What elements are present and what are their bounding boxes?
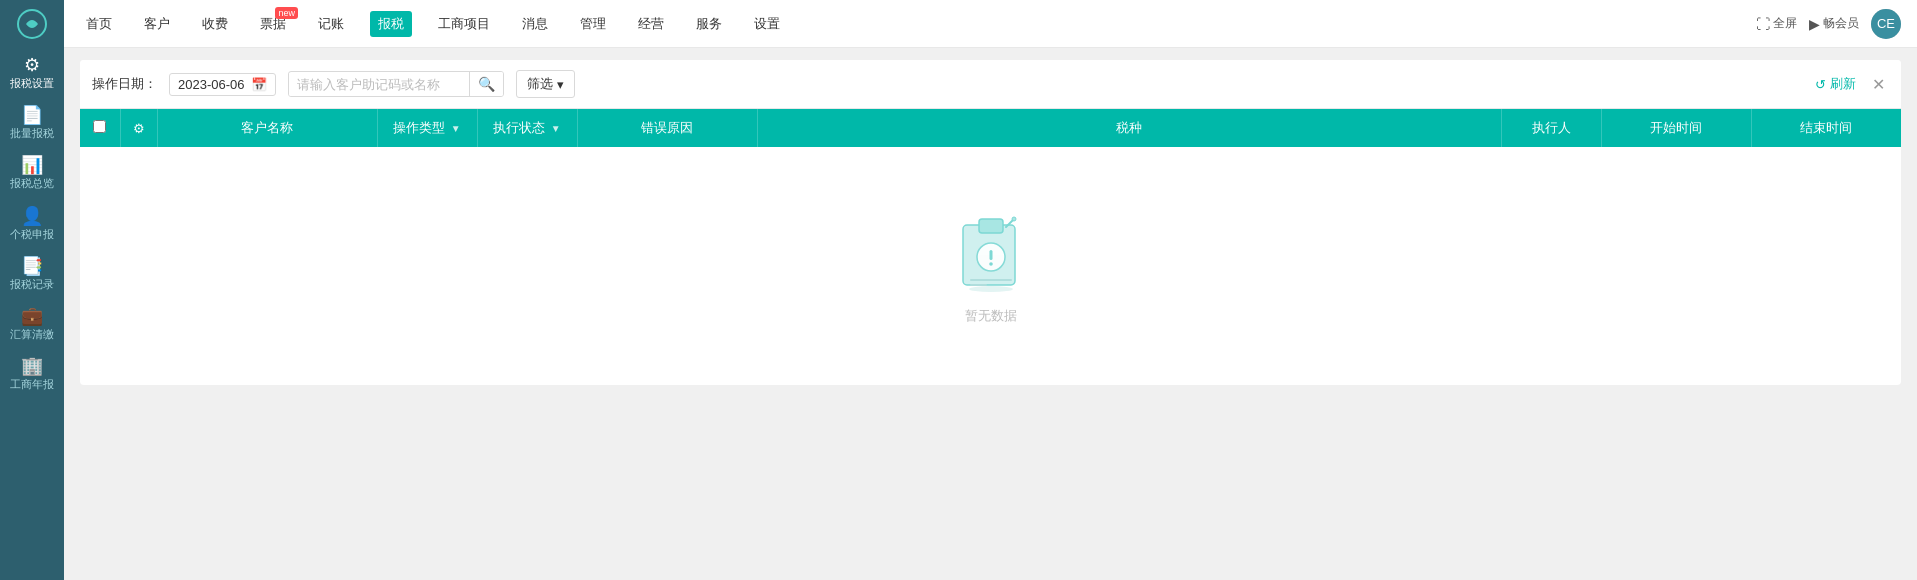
table-header-row: ⚙ 客户名称 操作类型 ▼ 执行状态 ▼ [80, 109, 1901, 147]
nav-item-gongshang[interactable]: 工商项目 [432, 11, 496, 37]
fullscreen-btn[interactable]: ⛶ 全屏 [1756, 15, 1797, 32]
search-box: 🔍 [288, 71, 504, 97]
geshushenbo-icon: 👤 [21, 207, 43, 225]
sidebar-item-geshushenbo-label: 个税申报 [10, 228, 54, 241]
top-nav: 首页 客户 收费 票据 new 记账 报税 工商项目 消息 管理 经营 [64, 0, 1917, 48]
nav-item-xiaoxi[interactable]: 消息 [516, 11, 554, 37]
table-body: 暂无数据 [80, 147, 1901, 385]
sidebar-item-baoshuizonglan[interactable]: 📊 报税总览 [0, 148, 64, 198]
sidebar-item-baoshuijilu[interactable]: 📑 报税记录 [0, 249, 64, 299]
main-wrapper: 首页 客户 收费 票据 new 记账 报税 工商项目 消息 管理 经营 [64, 0, 1917, 580]
chevron-down-icon: ▾ [557, 77, 564, 92]
fullscreen-icon: ⛶ [1756, 16, 1770, 32]
th-name: 客户名称 [157, 109, 377, 147]
nav-item-baoshui[interactable]: 报税 [370, 11, 412, 37]
data-table: ⚙ 客户名称 操作类型 ▼ 执行状态 ▼ [80, 109, 1901, 385]
svg-point-5 [989, 262, 993, 266]
sidebar-item-baoshuijilu-label: 报税记录 [10, 278, 54, 291]
sidebar-item-piliangshuishu[interactable]: 📄 批量报税 [0, 98, 64, 148]
table-container: 操作日期： 2023-06-06 📅 🔍 筛选 ▾ ↺ 刷新 [80, 60, 1901, 385]
nav-item-shezhi[interactable]: 设置 [748, 11, 786, 37]
sidebar-item-baoshuizonglan-label: 报税总览 [10, 177, 54, 190]
gongshangnianbaob-icon: 🏢 [21, 357, 43, 375]
user-avatar[interactable]: CE [1871, 9, 1901, 39]
empty-state-row: 暂无数据 [80, 147, 1901, 385]
baoshuijilu-icon: 📑 [21, 257, 43, 275]
th-settings[interactable]: ⚙ [120, 109, 157, 147]
content-area: 操作日期： 2023-06-06 📅 🔍 筛选 ▾ ↺ 刷新 [64, 48, 1917, 580]
op-type-filter-icon: ▼ [451, 123, 461, 134]
nav-item-jingying[interactable]: 经营 [632, 11, 670, 37]
sidebar-item-piliangshuishu-label: 批量报税 [10, 127, 54, 140]
filter-label: 筛选 [527, 75, 553, 93]
piaoju-badge: new [275, 7, 298, 19]
toolbar: 操作日期： 2023-06-06 📅 🔍 筛选 ▾ ↺ 刷新 [80, 60, 1901, 109]
vip-btn[interactable]: ▶ 畅会员 [1809, 15, 1859, 32]
th-exec-status[interactable]: 执行状态 ▼ [477, 109, 577, 147]
nav-item-piaoju[interactable]: 票据 new [254, 11, 292, 37]
user-initials: CE [1871, 9, 1901, 39]
svg-point-7 [1012, 217, 1016, 221]
empty-text: 暂无数据 [965, 307, 1017, 325]
nav-item-fuwu[interactable]: 服务 [690, 11, 728, 37]
th-checkbox[interactable] [80, 109, 120, 147]
sidebar-item-huisuanqingshu[interactable]: 💼 汇算清缴 [0, 299, 64, 349]
search-button[interactable]: 🔍 [469, 72, 503, 96]
th-end-time: 结束时间 [1751, 109, 1901, 147]
nav-item-jizhang[interactable]: 记账 [312, 11, 350, 37]
refresh-button[interactable]: ↺ 刷新 [1815, 75, 1856, 93]
th-executor: 执行人 [1501, 109, 1601, 147]
th-error: 错误原因 [577, 109, 757, 147]
svg-rect-4 [989, 250, 992, 260]
sidebar-item-gongshangnianbaob[interactable]: 🏢 工商年报 [0, 349, 64, 399]
th-op-type[interactable]: 操作类型 ▼ [377, 109, 477, 147]
close-button[interactable]: ✕ [1868, 73, 1889, 96]
sidebar-item-huisuanqingshu-label: 汇算清缴 [10, 328, 54, 341]
nav-item-shoufei[interactable]: 收费 [196, 11, 234, 37]
date-value: 2023-06-06 [178, 77, 245, 92]
svg-rect-2 [979, 219, 1003, 233]
refresh-icon: ↺ [1815, 77, 1826, 92]
vip-icon: ▶ [1809, 16, 1820, 32]
sidebar-item-gongshangnianbaob-label: 工商年报 [10, 378, 54, 391]
baoshuishezhi-icon: ⚙ [24, 56, 40, 74]
svg-point-10 [969, 286, 1013, 292]
empty-illustration [951, 207, 1031, 297]
date-label: 操作日期： [92, 75, 157, 93]
filter-button[interactable]: 筛选 ▾ [516, 70, 575, 98]
nav-item-kehu[interactable]: 客户 [138, 11, 176, 37]
logo[interactable] [0, 0, 64, 48]
piliangshuishu-icon: 📄 [21, 106, 43, 124]
huisuanqingshu-icon: 💼 [21, 307, 43, 325]
sidebar-item-baoshuishezhi-label: 报税设置 [10, 77, 54, 90]
nav-item-guanli[interactable]: 管理 [574, 11, 612, 37]
exec-status-filter-icon: ▼ [551, 123, 561, 134]
nav-item-shouye[interactable]: 首页 [80, 11, 118, 37]
baoshuizonglan-icon: 📊 [21, 156, 43, 174]
th-start-time: 开始时间 [1601, 109, 1751, 147]
search-input[interactable] [289, 73, 469, 96]
sidebar-item-geshushenbo[interactable]: 👤 个税申报 [0, 199, 64, 249]
settings-icon: ⚙ [133, 121, 145, 136]
date-picker[interactable]: 2023-06-06 📅 [169, 73, 276, 96]
refresh-label: 刷新 [1830, 75, 1856, 93]
calendar-icon: 📅 [251, 77, 267, 92]
select-all-checkbox[interactable] [93, 120, 106, 133]
th-tax-type: 税种 [757, 109, 1501, 147]
sidebar-item-baoshuishezhi[interactable]: ⚙ 报税设置 [0, 48, 64, 98]
empty-state: 暂无数据 [80, 147, 1901, 385]
sidebar: ⚙ 报税设置 📄 批量报税 📊 报税总览 👤 个税申报 📑 报税记录 💼 汇算清… [0, 0, 64, 580]
top-nav-right: ⛶ 全屏 ▶ 畅会员 CE [1756, 9, 1901, 39]
